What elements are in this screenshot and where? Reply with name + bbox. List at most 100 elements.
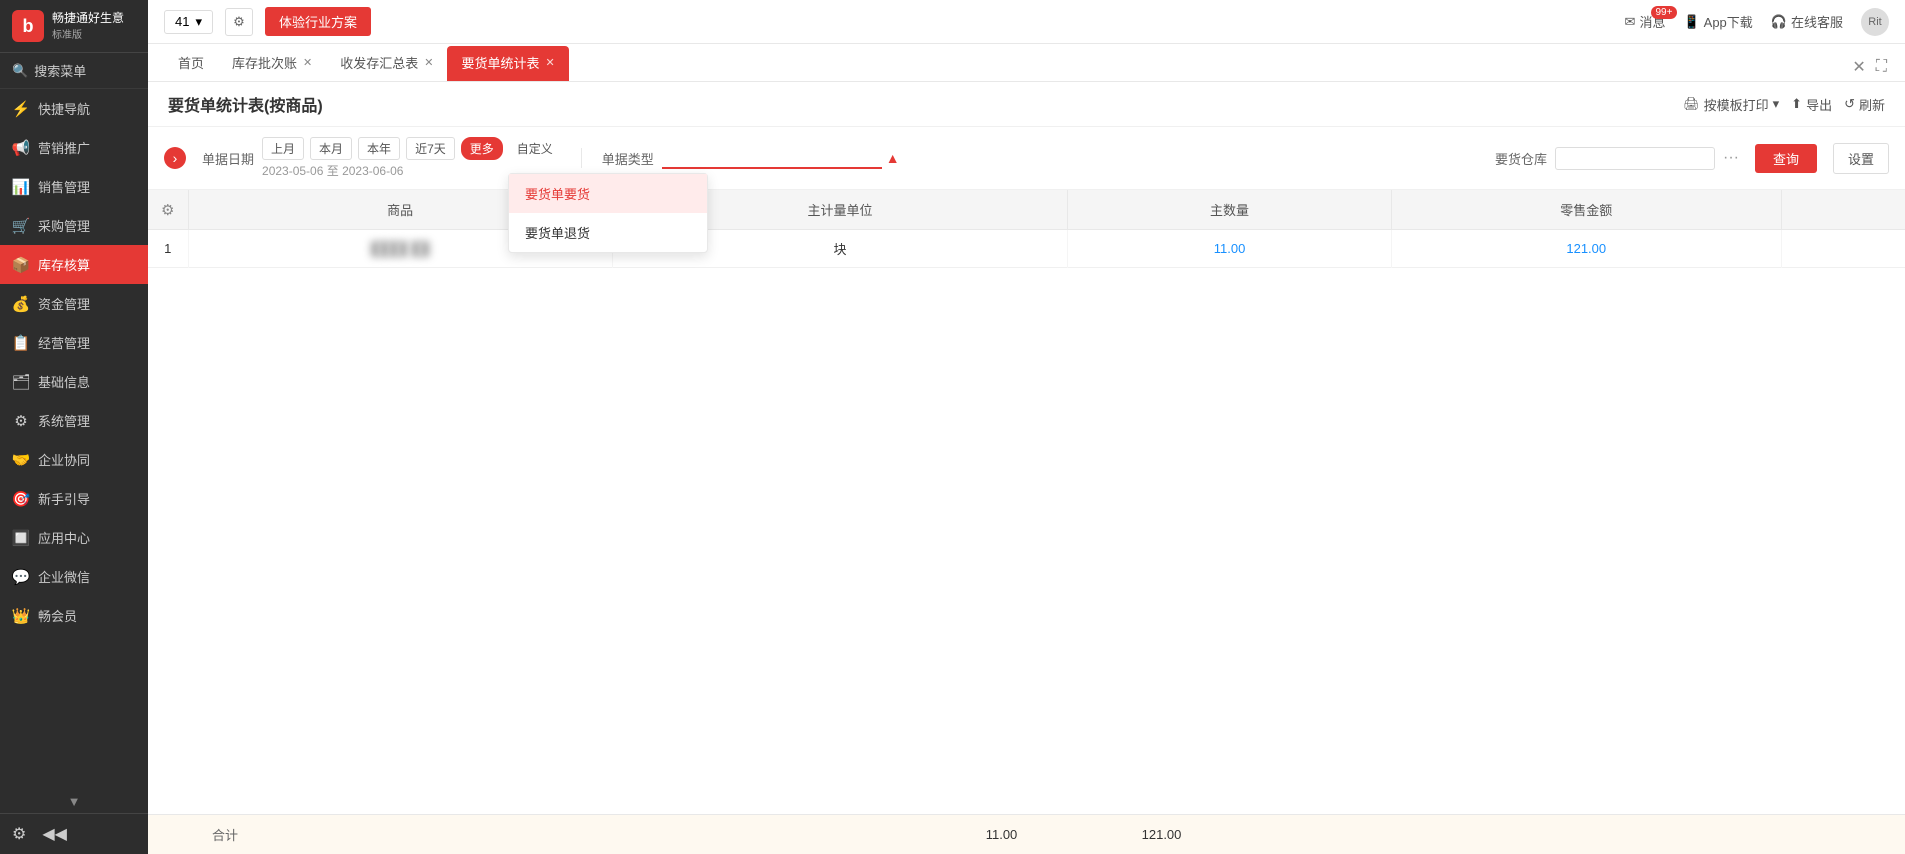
dropdown-item-order-return[interactable]: 要货单退货 [509, 213, 707, 252]
refresh-icon: ↺ [1844, 96, 1855, 112]
sidebar-bottom: ⚙ ◀◀ [0, 813, 148, 854]
warehouse-input[interactable] [1555, 147, 1715, 170]
sales-icon: 📊 [12, 178, 30, 196]
date-filter-label: 单据日期 [202, 149, 254, 168]
collab-icon: 🤝 [12, 451, 30, 469]
header-right: ✉ 消息 99+ 📱 App下载 🎧 在线客服 Rit [1625, 8, 1889, 36]
logo-text-block: 畅捷通好生意 标准版 [52, 11, 124, 42]
sidebar-item-finance[interactable]: 💰 资金管理 [0, 284, 148, 323]
guide-icon: 🎯 [12, 490, 30, 508]
sidebar-item-apps[interactable]: 🔲 应用中心 [0, 518, 148, 557]
date-btn-this-month[interactable]: 本月 [310, 137, 352, 160]
filter-bar: › 单据日期 上月 本月 本年 近7天 更多 自定义 2023-05-06 至 … [148, 127, 1905, 190]
filter-settings-btn[interactable]: 设置 [1833, 143, 1889, 174]
date-btn-last-month[interactable]: 上月 [262, 137, 304, 160]
title-actions: 🖨 按模板打印 ▾ ⬆ 导出 ↺ 刷新 [1683, 95, 1885, 114]
app-download-btn[interactable]: 📱 App下载 [1683, 12, 1752, 31]
footer-label: 合计 [200, 825, 250, 844]
sidebar-item-guide[interactable]: 🎯 新手引导 [0, 479, 148, 518]
page-body: 要货单统计表(按商品) 🖨 按模板打印 ▾ ⬆ 导出 ↺ 刷新 › [148, 82, 1905, 854]
date-btn-last-7-days[interactable]: 近7天 [406, 137, 455, 160]
row-index: 1 [148, 230, 188, 268]
wechat-icon: 💬 [12, 568, 30, 586]
export-btn[interactable]: ⬆ 导出 [1791, 95, 1832, 114]
tab-expand-btn[interactable]: ✕ [1850, 57, 1867, 77]
data-table: ⚙ 商品 主计量单位 主数量 零售金额 1 ████ ██ [148, 190, 1905, 268]
system-icon: ⚙ [12, 412, 30, 430]
date-btn-this-year[interactable]: 本年 [358, 137, 400, 160]
filter-divider-1 [581, 148, 582, 168]
online-service-btn[interactable]: 🎧 在线客服 [1771, 12, 1843, 31]
dropdown-item-order-request[interactable]: 要货单要货 [509, 174, 707, 213]
warehouse-more-btn[interactable]: ··· [1723, 149, 1739, 167]
sidebar-item-operations[interactable]: 📋 经营管理 [0, 323, 148, 362]
sidebar-nav: ⚡ 快捷导航 📢 营销推广 📊 销售管理 🛒 采购管理 📦 库存核算 💰 资金管… [0, 89, 148, 790]
tab-bar: 首页 库存批次账 ✕ 收发存汇总表 ✕ 要货单统计表 ✕ ✕ ⛶ [148, 44, 1905, 82]
inventory-icon: 📦 [12, 256, 30, 274]
table-container: ⚙ 商品 主计量单位 主数量 零售金额 1 ████ ██ [148, 190, 1905, 814]
type-dropdown: 要货单要货 要货单退货 [508, 173, 708, 253]
filter-expand-btn[interactable]: › [164, 147, 186, 169]
avatar[interactable]: Rit [1861, 8, 1889, 36]
print-icon: 🖨 [1683, 96, 1700, 112]
table-settings-icon[interactable]: ⚙ [161, 202, 174, 219]
tab-close-receive-summary[interactable]: ✕ [424, 56, 433, 69]
tab-order-summary[interactable]: 要货单统计表 ✕ [447, 46, 568, 81]
search-menu[interactable]: 🔍 搜索菜单 [0, 53, 148, 89]
table-row: 1 ████ ██ 块 11.00 121.00 [148, 230, 1905, 268]
sidebar-collapse-btn[interactable]: ◀◀ [42, 824, 67, 844]
type-filter-group: 单据类型 ▲ [602, 148, 904, 169]
tab-fullscreen-btn[interactable]: ⛶ [1874, 58, 1889, 76]
sidebar-item-wechat[interactable]: 💬 企业微信 [0, 557, 148, 596]
app-badge: 标准版 [52, 26, 124, 41]
sidebar-settings-btn[interactable]: ⚙ [12, 824, 26, 844]
print-btn[interactable]: 🖨 按模板打印 ▾ [1683, 95, 1779, 114]
date-btn-more[interactable]: 更多 [461, 137, 503, 160]
operations-icon: 📋 [12, 334, 30, 352]
th-settings[interactable]: ⚙ [148, 190, 188, 230]
sidebar-item-collab[interactable]: 🤝 企业协同 [0, 440, 148, 479]
headset-icon: 🎧 [1771, 14, 1787, 30]
sidebar-scroll-down[interactable]: ▼ [0, 790, 148, 813]
messages-badge: 99+ [1651, 6, 1678, 19]
messages-btn[interactable]: ✉ 消息 99+ [1625, 12, 1666, 31]
company-selector[interactable]: 41 ▾ [164, 10, 213, 34]
table-footer: 合计 11.00 121.00 [148, 814, 1905, 854]
finance-icon: 💰 [12, 295, 30, 313]
export-icon: ⬆ [1791, 96, 1802, 112]
sidebar-item-purchase[interactable]: 🛒 采购管理 [0, 206, 148, 245]
sidebar-item-base[interactable]: 🗂 基础信息 [0, 362, 148, 401]
tab-close-inventory-batch[interactable]: ✕ [303, 56, 312, 69]
query-btn[interactable]: 查询 [1755, 144, 1817, 173]
type-filter-input[interactable] [662, 148, 882, 169]
app-name: 畅捷通好生意 [52, 11, 124, 27]
sidebar-item-quick-nav[interactable]: ⚡ 快捷导航 [0, 89, 148, 128]
sidebar-item-member[interactable]: 👑 畅会员 [0, 596, 148, 635]
th-empty [1781, 190, 1905, 230]
product-name-blurred: ████ ██ [371, 241, 430, 256]
top-header: 41 ▾ ⚙ 体验行业方案 ✉ 消息 99+ 📱 App下载 🎧 在线客服 Ri… [148, 0, 1905, 44]
trial-btn[interactable]: 体验行业方案 [265, 7, 371, 36]
tab-receive-summary[interactable]: 收发存汇总表 ✕ [326, 46, 447, 81]
type-dropdown-arrow[interactable]: ▲ [882, 150, 904, 166]
sidebar-item-system[interactable]: ⚙ 系统管理 [0, 401, 148, 440]
date-filter-group: 单据日期 上月 本月 本年 近7天 更多 自定义 2023-05-06 至 20… [202, 137, 561, 179]
tab-close-order-summary[interactable]: ✕ [546, 56, 555, 69]
tab-home[interactable]: 首页 [164, 46, 218, 81]
settings-gear-btn[interactable]: ⚙ [225, 8, 253, 36]
footer-retail-amount: 121.00 [1092, 827, 1232, 842]
type-filter-label: 单据类型 [602, 149, 654, 168]
sidebar-item-sales[interactable]: 📊 销售管理 [0, 167, 148, 206]
row-extra [1781, 230, 1905, 268]
member-icon: 👑 [12, 607, 30, 625]
marketing-icon: 📢 [12, 139, 30, 157]
download-icon: 📱 [1683, 14, 1699, 30]
row-retail-amount: 121.00 [1391, 230, 1781, 268]
refresh-btn[interactable]: ↺ 刷新 [1844, 95, 1885, 114]
date-btn-custom[interactable]: 自定义 [509, 138, 561, 159]
th-quantity: 主数量 [1068, 190, 1392, 230]
sidebar-item-inventory[interactable]: 📦 库存核算 [0, 245, 148, 284]
tab-inventory-batch[interactable]: 库存批次账 ✕ [218, 46, 326, 81]
sidebar: b 畅捷通好生意 标准版 🔍 搜索菜单 ⚡ 快捷导航 📢 营销推广 📊 销售管理… [0, 0, 148, 854]
sidebar-item-marketing[interactable]: 📢 营销推广 [0, 128, 148, 167]
